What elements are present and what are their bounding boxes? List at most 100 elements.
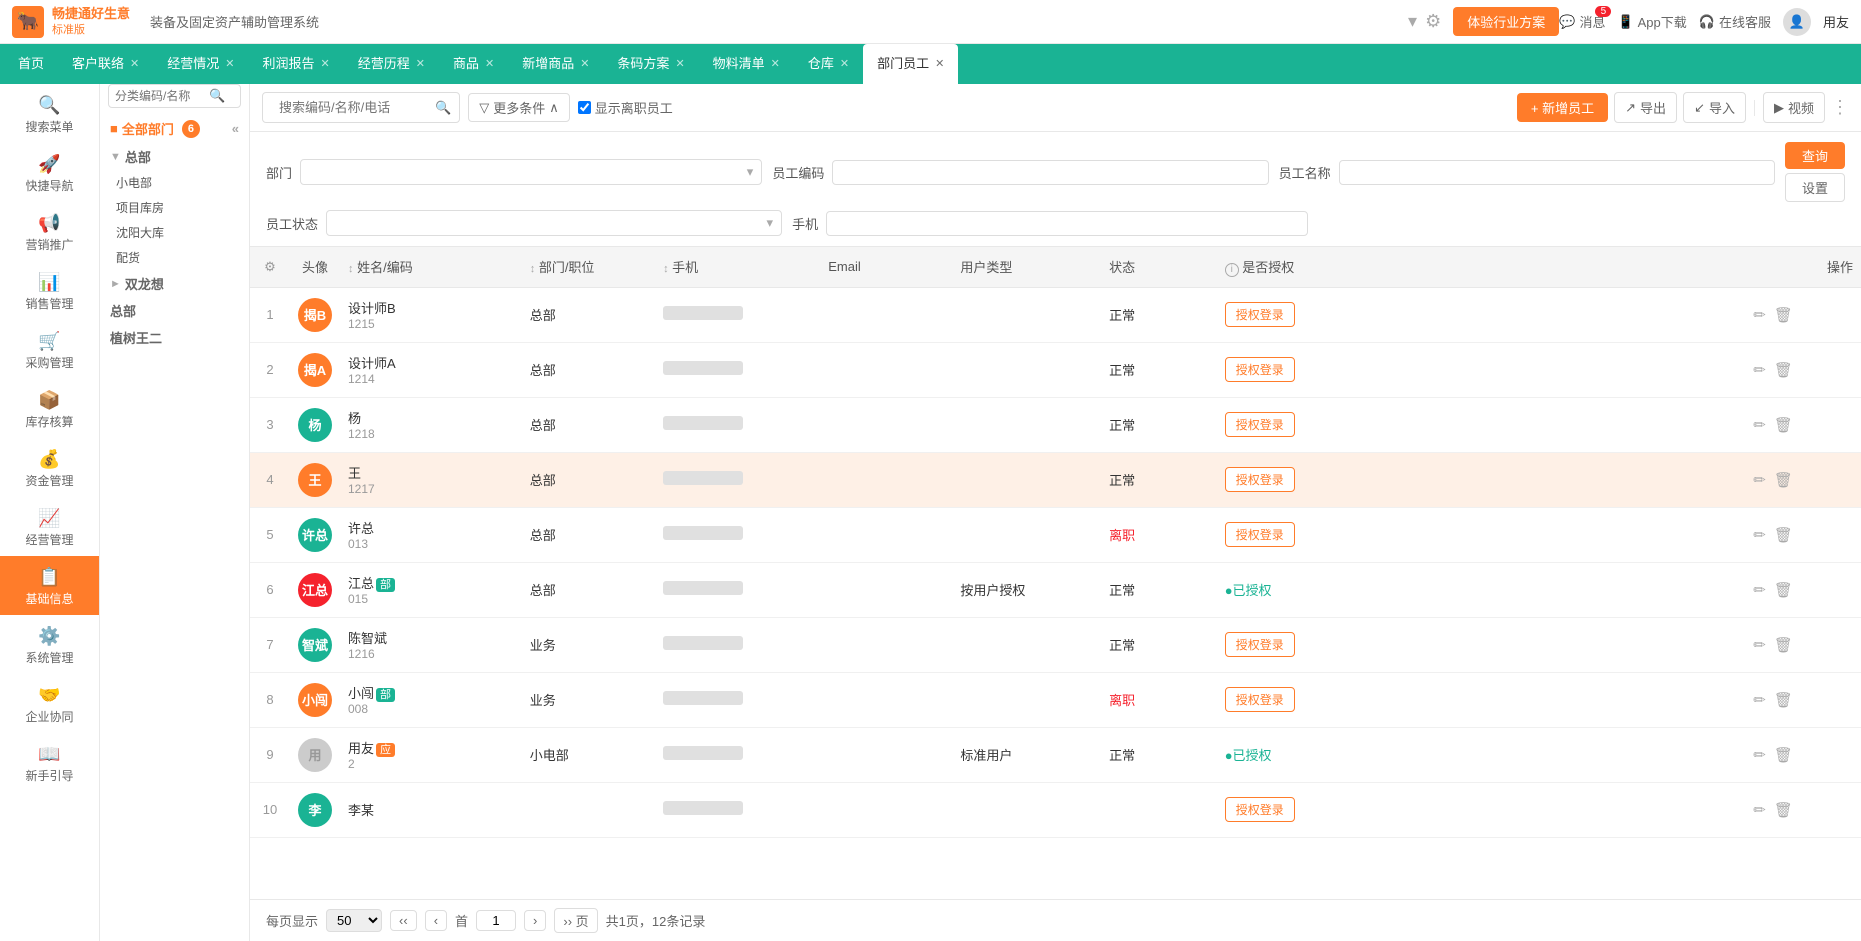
more-filter-btn[interactable]: ▽ 更多条件 ∧	[468, 93, 570, 122]
dept-all-header[interactable]: ■ 全部部门 6 «	[100, 114, 249, 143]
sidebar-item-collab[interactable]: 🤝 企业协同	[0, 674, 99, 733]
sidebar-item-sales[interactable]: 📊 销售管理	[0, 261, 99, 320]
dept-section-zongbu[interactable]: 总部	[100, 297, 249, 324]
sidebar-item-inventory[interactable]: 📦 库存核算	[0, 379, 99, 438]
service-btn[interactable]: 🎧 在线客服	[1699, 12, 1771, 31]
delete-icon[interactable]: 🗑	[1774, 801, 1793, 819]
close-icon[interactable]: ✕	[675, 44, 684, 84]
close-icon[interactable]: ✕	[225, 44, 234, 84]
settings-icon[interactable]: ⚙	[264, 259, 276, 274]
last-page-btn[interactable]: ›› 页	[554, 908, 597, 933]
avatar[interactable]: 👤	[1783, 8, 1811, 36]
settings-gear-icon[interactable]: ⚙	[1425, 11, 1441, 32]
message-btn[interactable]: 💬 消息 5	[1559, 12, 1605, 31]
close-icon[interactable]: ✕	[771, 44, 780, 84]
close-icon[interactable]: ✕	[935, 44, 944, 84]
delete-icon[interactable]: 🗑	[1774, 636, 1793, 654]
first-page-btn[interactable]: ‹‹	[390, 910, 417, 931]
dept-item-shenyang[interactable]: 沈阳大库	[100, 220, 249, 245]
sidebar-item-finance[interactable]: 💰 资金管理	[0, 438, 99, 497]
auth-btn[interactable]: 授权登录	[1225, 522, 1295, 547]
query-btn[interactable]: 查询	[1785, 142, 1845, 169]
emp-code-input[interactable]	[832, 160, 1268, 185]
delete-icon[interactable]: 🗑	[1774, 581, 1793, 599]
collapse-icon[interactable]: «	[232, 121, 239, 136]
dept-search-input[interactable]	[115, 89, 205, 103]
emp-status-select[interactable]: ▾	[326, 210, 782, 236]
next-page-btn[interactable]: ›	[524, 910, 546, 931]
edit-icon[interactable]: ✏	[1753, 526, 1766, 544]
tab-bom[interactable]: 物料清单 ✕	[699, 44, 794, 84]
sidebar-item-marketing[interactable]: 📢 营销推广	[0, 202, 99, 261]
dept-section-shuanglongxiang[interactable]: ► 双龙想	[100, 270, 249, 297]
per-page-select[interactable]: 50 100 200	[326, 909, 382, 932]
sidebar-item-system[interactable]: ⚙️ 系统管理	[0, 615, 99, 674]
tab-add-goods[interactable]: 新增商品 ✕	[508, 44, 603, 84]
auth-btn[interactable]: 授权登录	[1225, 467, 1295, 492]
tab-history[interactable]: 经营历程 ✕	[344, 44, 439, 84]
sort-icon[interactable]: ↕	[530, 263, 536, 275]
sidebar-item-quicknav[interactable]: 🚀 快捷导航	[0, 143, 99, 202]
tab-customer[interactable]: 客户联络 ✕	[58, 44, 153, 84]
dept-item-xiaodibu[interactable]: 小电部	[100, 170, 249, 195]
auth-btn[interactable]: 授权登录	[1225, 797, 1295, 822]
page-input[interactable]	[476, 910, 516, 931]
edit-icon[interactable]: ✏	[1753, 636, 1766, 654]
delete-icon[interactable]: 🗑	[1774, 526, 1793, 544]
tab-home[interactable]: 首页	[4, 44, 58, 84]
dept-item-distribution[interactable]: 配货	[100, 245, 249, 270]
tab-operation[interactable]: 经营情况 ✕	[153, 44, 248, 84]
auth-btn[interactable]: 授权登录	[1225, 632, 1295, 657]
auth-btn[interactable]: 授权登录	[1225, 687, 1295, 712]
dropdown-icon[interactable]: ▾	[1408, 11, 1417, 32]
delete-icon[interactable]: 🗑	[1774, 471, 1793, 489]
phone-input[interactable]	[826, 211, 1308, 236]
close-icon[interactable]: ✕	[580, 44, 589, 84]
delete-icon[interactable]: 🗑	[1774, 306, 1793, 324]
auth-btn[interactable]: 授权登录	[1225, 302, 1295, 327]
edit-icon[interactable]: ✏	[1753, 746, 1766, 764]
dept-item-project[interactable]: 项目库房	[100, 195, 249, 220]
add-employee-btn[interactable]: + 新增员工	[1517, 93, 1608, 122]
close-icon[interactable]: ✕	[130, 44, 139, 84]
sidebar-item-basic[interactable]: 📋 基础信息	[0, 556, 99, 615]
close-icon[interactable]: ✕	[840, 44, 849, 84]
sidebar-item-purchase[interactable]: 🛒 采购管理	[0, 320, 99, 379]
dept-select[interactable]: ▾	[300, 159, 762, 185]
edit-icon[interactable]: ✏	[1753, 306, 1766, 324]
more-icon[interactable]: ⋮	[1831, 97, 1849, 118]
edit-icon[interactable]: ✏	[1753, 691, 1766, 709]
emp-name-input[interactable]	[1339, 160, 1775, 185]
trial-button[interactable]: 体验行业方案	[1453, 7, 1559, 36]
delete-icon[interactable]: 🗑	[1774, 416, 1793, 434]
delete-icon[interactable]: 🗑	[1774, 746, 1793, 764]
sort-icon[interactable]: ↕	[348, 263, 354, 275]
export-btn[interactable]: ↗ 导出	[1614, 92, 1677, 123]
edit-icon[interactable]: ✏	[1753, 471, 1766, 489]
edit-icon[interactable]: ✏	[1753, 361, 1766, 379]
tab-profit[interactable]: 利润报告 ✕	[248, 44, 343, 84]
sidebar-item-search[interactable]: 🔍 搜索菜单	[0, 84, 99, 143]
set-btn[interactable]: 设置	[1785, 173, 1845, 202]
tab-barcode[interactable]: 条码方案 ✕	[603, 44, 698, 84]
prev-page-btn[interactable]: ‹	[425, 910, 447, 931]
dept-section-head[interactable]: ▼ 总部	[100, 143, 249, 170]
import-btn[interactable]: ↙ 导入	[1683, 92, 1746, 123]
edit-icon[interactable]: ✏	[1753, 801, 1766, 819]
edit-icon[interactable]: ✏	[1753, 416, 1766, 434]
dept-section-zhishuwanger[interactable]: 植树王二	[100, 324, 249, 351]
tab-warehouse[interactable]: 仓库 ✕	[794, 44, 863, 84]
delete-icon[interactable]: 🗑	[1774, 691, 1793, 709]
auth-btn[interactable]: 授权登录	[1225, 412, 1295, 437]
close-icon[interactable]: ✕	[416, 44, 425, 84]
delete-icon[interactable]: 🗑	[1774, 361, 1793, 379]
close-icon[interactable]: ✕	[321, 44, 330, 84]
sort-icon[interactable]: ↕	[663, 263, 669, 275]
sidebar-item-mgmt[interactable]: 📈 经营管理	[0, 497, 99, 556]
close-icon[interactable]: ✕	[485, 44, 494, 84]
show-resigned-label[interactable]: 显示离职员工	[578, 98, 673, 117]
sidebar-item-guide[interactable]: 📖 新手引导	[0, 733, 99, 792]
search-input[interactable]	[271, 96, 431, 119]
app-download-btn[interactable]: 📱 App下载	[1617, 12, 1686, 31]
auth-btn[interactable]: 授权登录	[1225, 357, 1295, 382]
